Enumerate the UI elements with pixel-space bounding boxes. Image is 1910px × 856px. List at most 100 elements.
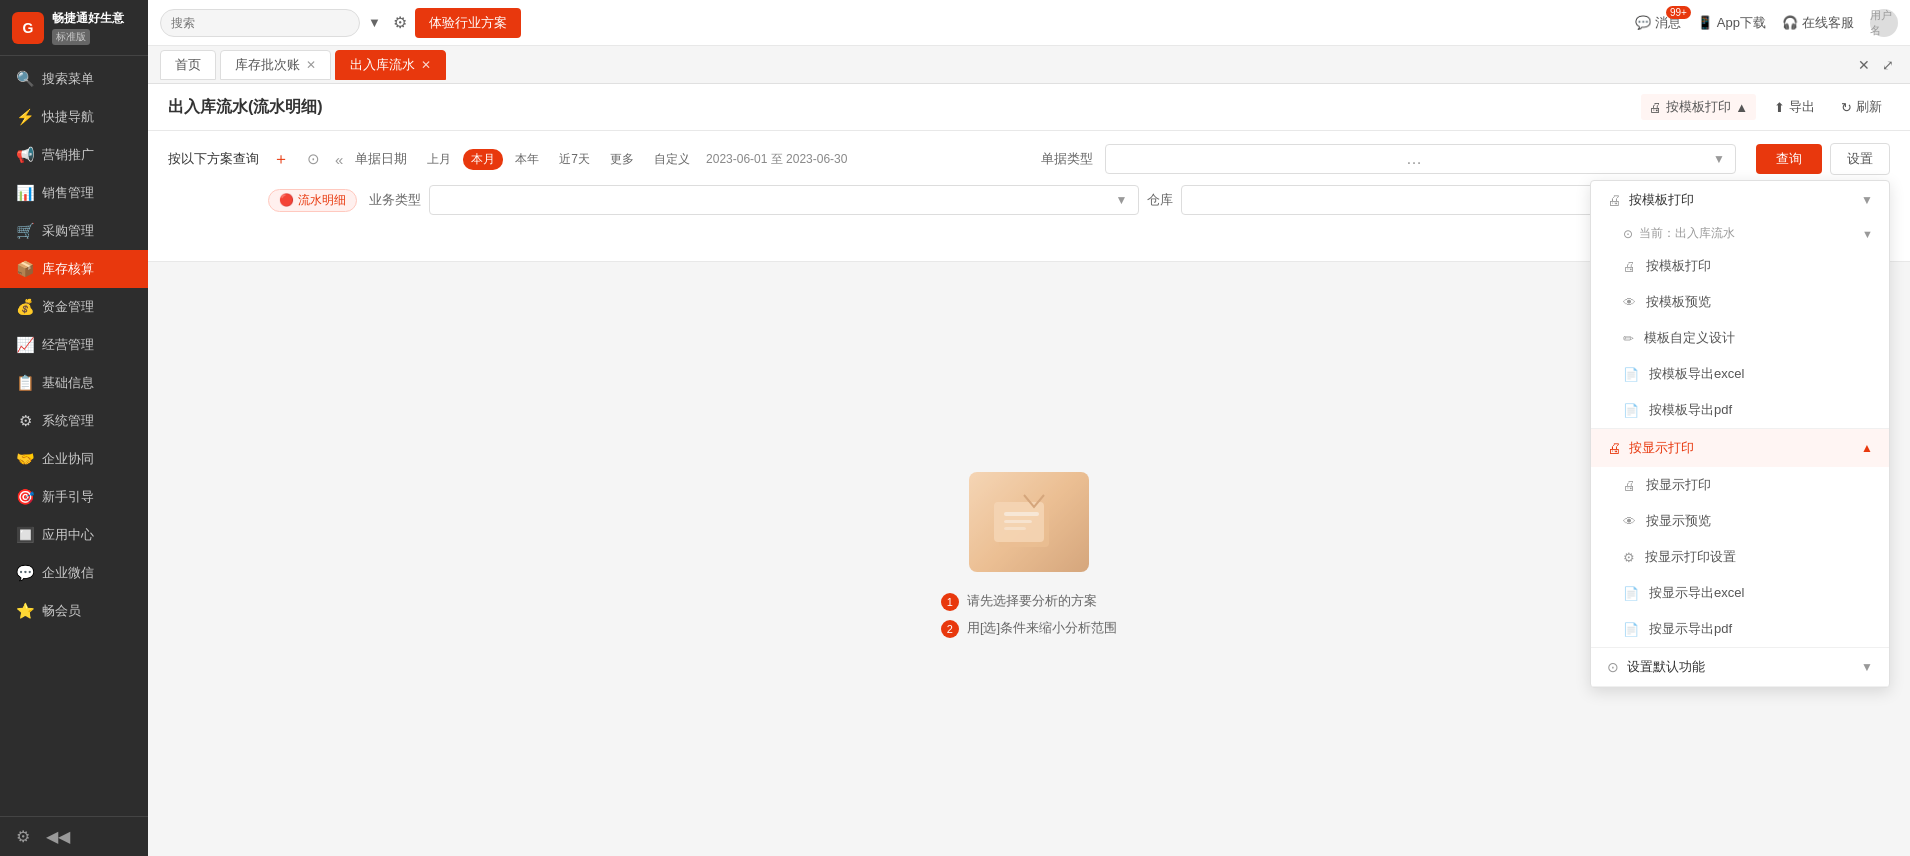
sidebar-item-operation[interactable]: 📈 经营管理 [0, 326, 148, 364]
step-number-1: 1 [941, 593, 959, 611]
date-btn-more[interactable]: 更多 [602, 149, 642, 170]
dp-item-template-excel[interactable]: 📄 按模板导出excel [1591, 356, 1889, 392]
close-icon[interactable]: ✕ [306, 58, 316, 72]
industry-btn[interactable]: 体验行业方案 [415, 8, 521, 38]
search-dropdown-icon[interactable]: ▼ [368, 15, 381, 30]
default-icon: ⊙ [1607, 659, 1619, 675]
filter-tag-label: 流水明细 [298, 192, 346, 209]
design-icon: ✏ [1623, 331, 1634, 346]
settings-btn[interactable]: 设置 [1830, 143, 1890, 175]
window-close-btn[interactable]: ✕ [1854, 53, 1874, 77]
dp-item-template-pdf[interactable]: 📄 按模板导出pdf [1591, 392, 1889, 428]
preview-icon: 👁 [1623, 295, 1636, 310]
empty-step-1: 1 请先选择要分析的方案 [941, 592, 1117, 611]
sidebar-item-label: 资金管理 [42, 298, 94, 316]
chevron-down-icon: ▼ [1861, 660, 1873, 674]
filter-actions: 查询 设置 [1748, 143, 1890, 175]
window-maximize-btn[interactable]: ⤢ [1878, 53, 1898, 77]
dp-header-left: ⊙ 设置默认功能 [1607, 658, 1705, 676]
sidebar-item-wechat[interactable]: 💬 企业微信 [0, 554, 148, 592]
date-btn-this-month[interactable]: 本月 [463, 149, 503, 170]
sidebar-item-sales[interactable]: 📊 销售管理 [0, 174, 148, 212]
excel-icon: 📄 [1623, 367, 1639, 382]
sidebar-item-inventory[interactable]: 📦 库存核算 [0, 250, 148, 288]
export-btn[interactable]: ⬆ 导出 [1766, 94, 1823, 120]
logo-text-block: 畅捷通好生意 标准版 [52, 10, 124, 45]
sidebar-item-label: 系统管理 [42, 412, 94, 430]
display-print-icon: 🖨 [1607, 440, 1621, 456]
online-service-btn[interactable]: 🎧 在线客服 [1782, 14, 1854, 32]
collapse-icon[interactable]: ◀◀ [46, 827, 70, 846]
search-icon: 🔍 [16, 70, 34, 88]
tab-home[interactable]: 首页 [160, 50, 216, 80]
printer-icon: 🖨 [1607, 192, 1621, 208]
template-print-label: 按模板打印 [1666, 98, 1731, 116]
sidebar-item-finance[interactable]: 💰 资金管理 [0, 288, 148, 326]
filter-row-1: 按以下方案查询 ＋ ⊙ « 单据日期 上月 本月 本年 近7天 更多 自定义 [168, 143, 1890, 175]
page-content: 出入库流水(流水明细) 🖨 按模板打印 ▲ ⬆ 导出 ↻ 刷新 [148, 84, 1910, 856]
sidebar-item-label: 基础信息 [42, 374, 94, 392]
sidebar-item-marketing[interactable]: 📢 营销推广 [0, 136, 148, 174]
dp-template-submenu: 🖨 按模板打印 👁 按模板预览 ✏ 模板自定义设计 📄 按模板导出excel [1591, 248, 1889, 428]
business-filter-select[interactable]: ▼ [429, 185, 1139, 215]
dp-item-display-print[interactable]: 🖨 按显示打印 [1591, 467, 1889, 503]
tab-batch[interactable]: 库存批次账 ✕ [220, 50, 331, 80]
type-filter-select[interactable]: … ▼ [1105, 144, 1736, 174]
tab-label: 库存批次账 [235, 56, 300, 74]
refresh-btn[interactable]: ↻ 刷新 [1833, 94, 1890, 120]
sidebar-item-basic[interactable]: 📋 基础信息 [0, 364, 148, 402]
date-btn-7days[interactable]: 近7天 [551, 149, 598, 170]
sidebar-item-label: 销售管理 [42, 184, 94, 202]
main-area: ▼ ⚙ 体验行业方案 💬 消息 99+ 📱 App下载 🎧 在线客服 用户名 [148, 0, 1910, 856]
empty-image [969, 472, 1089, 572]
dp-item-template-print[interactable]: 🖨 按模板打印 [1591, 248, 1889, 284]
message-btn[interactable]: 💬 消息 99+ [1635, 14, 1681, 32]
dp-item-display-settings[interactable]: ⚙ 按显示打印设置 [1591, 539, 1889, 575]
dp-item-display-preview[interactable]: 👁 按显示预览 [1591, 503, 1889, 539]
dp-item-template-preview[interactable]: 👁 按模板预览 [1591, 284, 1889, 320]
filter-collapse-left-btn[interactable]: « [335, 151, 343, 168]
sidebar-item-member[interactable]: ⭐ 畅会员 [0, 592, 148, 630]
star-icon: ⭐ [16, 602, 34, 620]
filter-add-btn[interactable]: ＋ [271, 149, 291, 169]
dp-display-section: 🖨 按显示打印 ▲ 🖨 按显示打印 👁 按显示预览 ⚙ [1591, 429, 1889, 648]
date-btn-last-month[interactable]: 上月 [419, 149, 459, 170]
sidebar-item-purchase[interactable]: 🛒 采购管理 [0, 212, 148, 250]
settings-icon[interactable]: ⚙ [393, 13, 407, 32]
dp-item-template-custom[interactable]: ✏ 模板自定义设计 [1591, 320, 1889, 356]
handshake-icon: 🤝 [16, 450, 34, 468]
dp-default-header[interactable]: ⊙ 设置默认功能 ▼ [1591, 648, 1889, 686]
filter-tag[interactable]: 🔴 流水明细 [268, 189, 357, 212]
date-btn-this-year[interactable]: 本年 [507, 149, 547, 170]
export-icon: ⬆ [1774, 100, 1785, 115]
query-btn[interactable]: 查询 [1756, 144, 1822, 174]
dp-item-display-excel[interactable]: 📄 按显示导出excel [1591, 575, 1889, 611]
template-print-btn[interactable]: 🖨 按模板打印 ▲ [1641, 94, 1756, 120]
dp-template-header[interactable]: 🖨 按模板打印 ▼ [1591, 181, 1889, 219]
dp-item-display-pdf[interactable]: 📄 按显示导出pdf [1591, 611, 1889, 647]
tab-flow[interactable]: 出入库流水 ✕ [335, 50, 446, 80]
sidebar-item-system[interactable]: ⚙ 系统管理 [0, 402, 148, 440]
close-icon[interactable]: ✕ [421, 58, 431, 72]
warehouse-filter-label: 仓库 [1147, 191, 1173, 209]
dropdown-panel: 🖨 按模板打印 ▼ ⊙ 当前：出入库流水 ▼ 🖨 按模板打印 [1590, 180, 1890, 688]
sidebar-item-enterprise[interactable]: 🤝 企业协同 [0, 440, 148, 478]
filter-setting-btn[interactable]: ⊙ [303, 149, 323, 169]
app-download-btn[interactable]: 📱 App下载 [1697, 14, 1766, 32]
sidebar-item-guide[interactable]: 🎯 新手引导 [0, 478, 148, 516]
avatar[interactable]: 用户名 [1870, 9, 1898, 37]
sidebar-item-shortcut[interactable]: ⚡ 快捷导航 [0, 98, 148, 136]
target-icon: 🎯 [16, 488, 34, 506]
dp-default-label: 设置默认功能 [1627, 658, 1705, 676]
date-range: 2023-06-01 至 2023-06-30 [706, 151, 847, 168]
dp-display-header[interactable]: 🖨 按显示打印 ▲ [1591, 429, 1889, 467]
sidebar-item-search[interactable]: 🔍 搜索菜单 [0, 60, 148, 98]
date-btn-custom[interactable]: 自定义 [646, 149, 698, 170]
sidebar-item-label: 采购管理 [42, 222, 94, 240]
settings-icon[interactable]: ⚙ [16, 827, 30, 846]
dropdown-icon: ▼ [1713, 152, 1725, 166]
app-logo-icon: G [12, 12, 44, 44]
search-input[interactable] [160, 9, 360, 37]
sidebar-item-apps[interactable]: 🔲 应用中心 [0, 516, 148, 554]
topbar: ▼ ⚙ 体验行业方案 💬 消息 99+ 📱 App下载 🎧 在线客服 用户名 [148, 0, 1910, 46]
